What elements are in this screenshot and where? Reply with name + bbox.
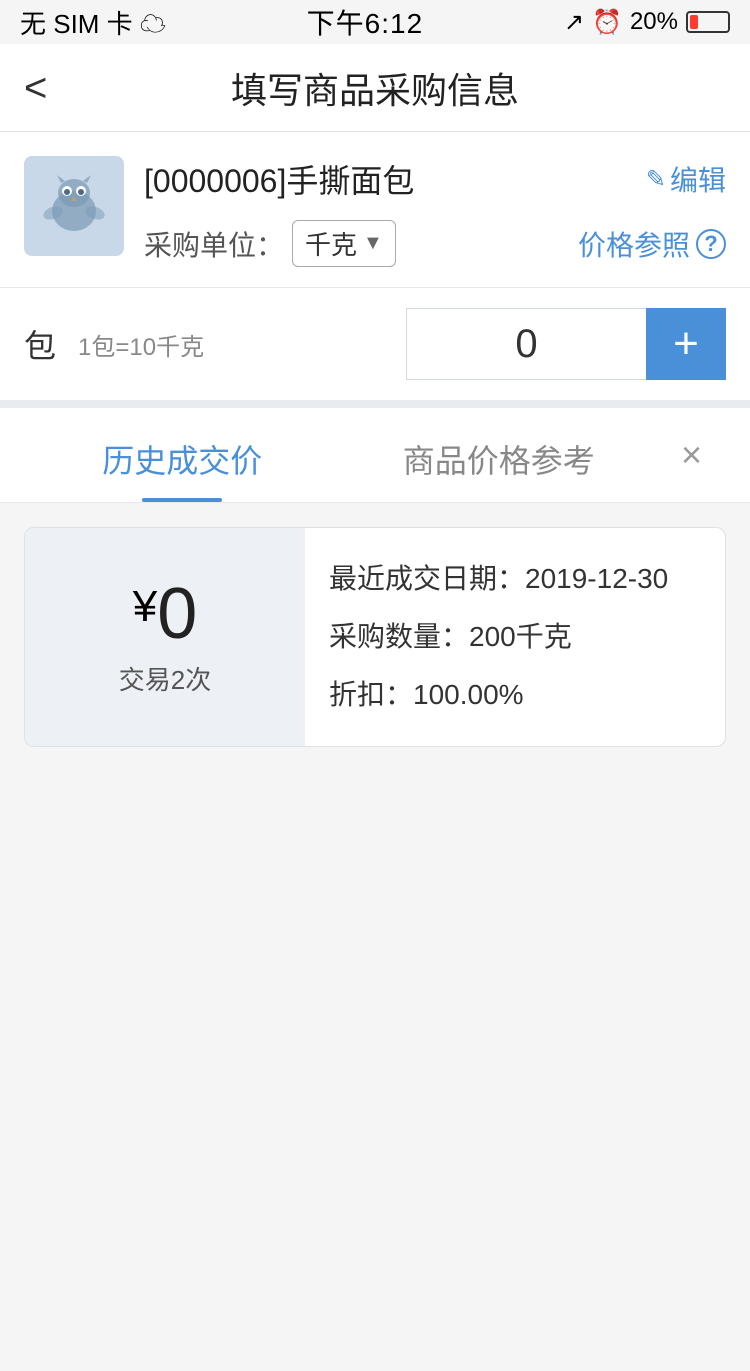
unit-conversion-label: 1包=10千克 [78,327,204,362]
status-left: 无 SIM 卡 ☁ [20,4,166,41]
price-card: ¥ 0 交易2次 最近成交日期：2019-12-30 采购数量：200千克 折扣… [24,527,726,747]
nav-icon: ↗ [564,8,584,37]
price-card-left: ¥ 0 交易2次 [25,528,305,746]
battery-icon [686,11,730,33]
alarm-icon: ⏰ [592,8,622,37]
quantity-unit: 包 [24,321,56,367]
recent-date-value: 2019-12-30 [525,563,668,594]
recent-date-row: 最近成交日期：2019-12-30 [329,558,701,600]
status-right: ↗ ⏰ 20% [564,8,730,37]
tabs-section: 历史成交价 商品价格参考 × ¥ 0 交易2次 最近成交日期：2019-12-3… [0,408,750,771]
unit-dropdown-icon: ▼ [363,232,383,255]
product-name: [0000006]手撕面包 [144,156,414,202]
price-value: 0 [157,578,197,650]
quantity-input[interactable] [406,308,646,380]
price-ref-label: 价格参照 [578,224,690,264]
nav-header: < 填写商品采购信息 [0,44,750,132]
price-ref-help-icon: ? [696,229,726,259]
price-card-right: 最近成交日期：2019-12-30 采购数量：200千克 折扣：100.00% [305,528,725,746]
product-section: [0000006]手撕面包 ✎ 编辑 采购单位： 千克 ▼ 价格参照 ? [0,132,750,288]
status-time: 下午6:12 [307,2,424,42]
purchase-quantity-label: 采购数量： [329,621,469,652]
battery-percent: 20% [630,8,678,36]
quantity-control: + [406,308,726,380]
quantity-plus-button[interactable]: + [646,308,726,380]
unit-label: 采购单位： [144,224,284,264]
page-title: 填写商品采购信息 [231,62,519,114]
purchase-quantity-value: 200千克 [469,621,572,652]
edit-icon: ✎ [646,165,666,194]
back-button[interactable]: < [24,68,47,108]
edit-label: 编辑 [670,159,726,199]
discount-label: 折扣： [329,679,413,710]
tabs-header: 历史成交价 商品价格参考 × [0,408,750,503]
product-logo-icon [39,171,109,241]
status-bar: 无 SIM 卡 ☁ 下午6:12 ↗ ⏰ 20% [0,0,750,44]
tabs-close-button[interactable]: × [657,414,726,496]
product-info: [0000006]手撕面包 ✎ 编辑 采购单位： 千克 ▼ 价格参照 ? [144,156,726,267]
tab-active-indicator [142,498,222,502]
unit-select[interactable]: 千克 ▼ [292,220,396,267]
price-symbol: ¥ [133,578,157,635]
price-reference-button[interactable]: 价格参照 ? [578,224,726,264]
price-transactions: 交易2次 [119,660,211,697]
tab-history-price[interactable]: 历史成交价 [24,408,340,502]
product-thumbnail [24,156,124,256]
discount-row: 折扣：100.00% [329,674,701,716]
edit-button[interactable]: ✎ 编辑 [646,159,726,199]
purchase-quantity-row: 采购数量：200千克 [329,616,701,658]
recent-date-label: 最近成交日期： [329,563,525,594]
quantity-section: 包 1包=10千克 + [0,288,750,408]
tab-product-price-ref[interactable]: 商品价格参考 [340,408,656,502]
unit-value: 千克 [305,225,357,262]
price-card-section: ¥ 0 交易2次 最近成交日期：2019-12-30 采购数量：200千克 折扣… [0,503,750,771]
tab-product-price-ref-label: 商品价格参考 [403,443,595,479]
tab-history-price-label: 历史成交价 [102,443,262,479]
bottom-area [0,771,750,1371]
sim-status: 无 SIM 卡 ☁ [20,4,166,41]
discount-value: 100.00% [413,679,524,710]
